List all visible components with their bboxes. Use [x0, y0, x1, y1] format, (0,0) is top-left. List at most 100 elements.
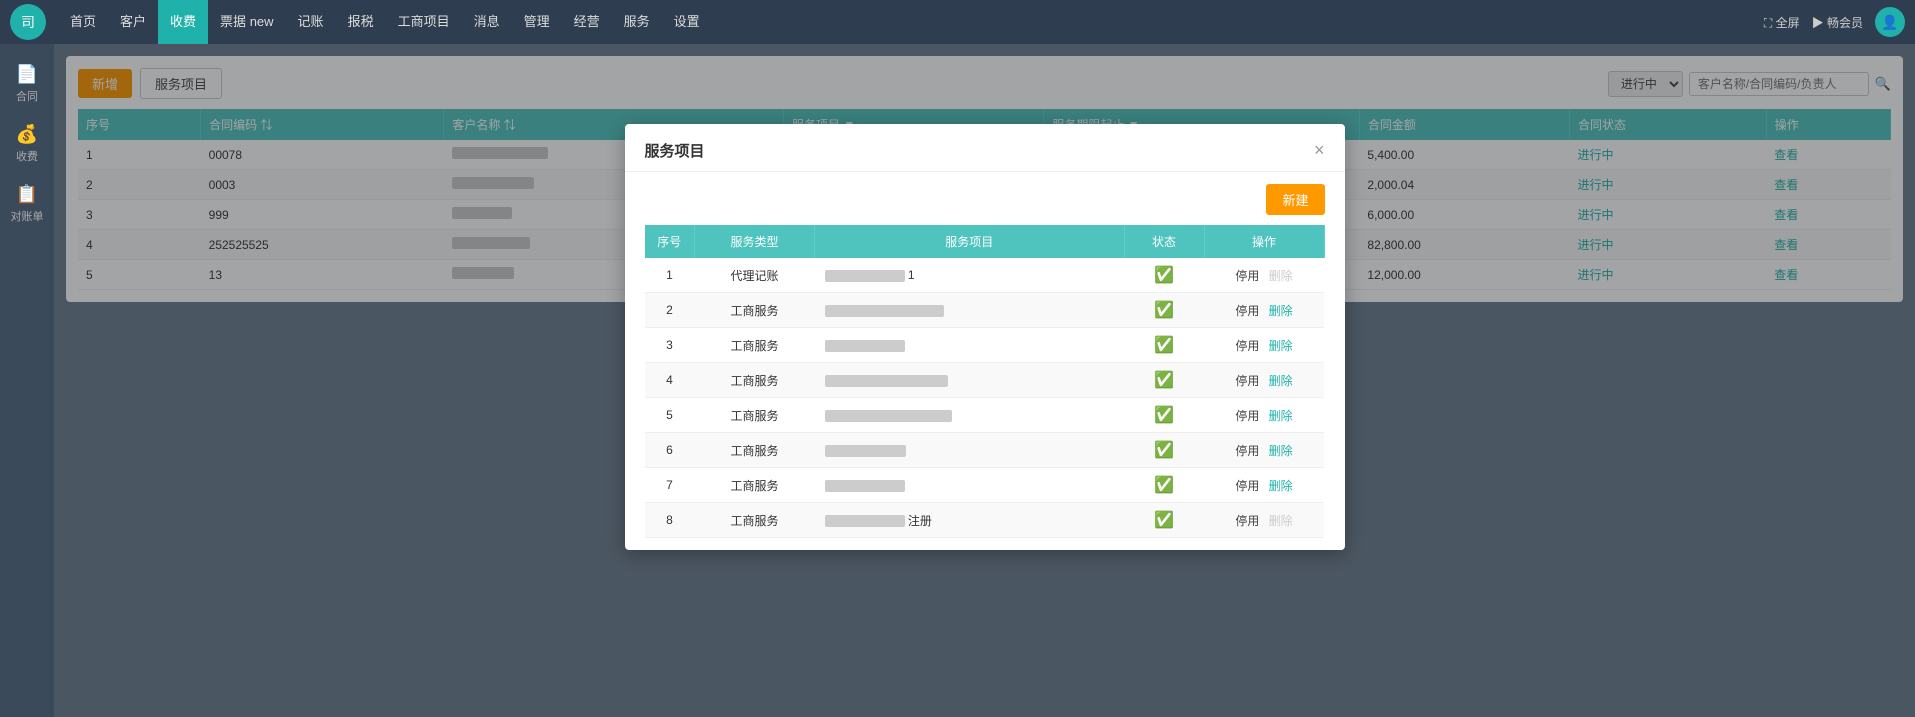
layout: 📄 合同 💰 收费 📋 对账单 新增 服务项目 进行中 已完成 全部	[0, 44, 1915, 717]
svcell-item: 1	[815, 258, 1125, 293]
svcell-action: 停用 删除	[1204, 398, 1324, 433]
list-item: 8 工商服务 注册 ✅ 停用 删除	[645, 503, 1325, 538]
stop-button[interactable]: 停用	[1235, 514, 1259, 528]
nav-right: ⛶ 全屏 ▶ 畅会员 👤	[1764, 7, 1905, 37]
statement-icon: 📋	[16, 184, 38, 205]
top-nav: 司 首页 客户 收费 票据 new 记账 报税 工商项目 消息 管理 经营 服务…	[0, 0, 1915, 44]
delete-button[interactable]: 删除	[1269, 339, 1293, 353]
svcell-status: ✅	[1124, 293, 1204, 328]
delete-button[interactable]: 删除	[1269, 304, 1293, 318]
svg-text:司: 司	[21, 14, 35, 30]
svcell-type: 工商服务	[695, 363, 815, 398]
svcell-action: 停用 删除	[1204, 503, 1324, 538]
sidebar-item-contract[interactable]: 📄 合同	[0, 54, 54, 114]
sidebar-label-statement: 对账单	[11, 208, 44, 224]
svcell-item	[815, 398, 1125, 433]
modal-body: 新建 序号 服务类型 服务项目 状态 操作	[625, 172, 1345, 550]
svcell-item	[815, 468, 1125, 503]
modal-header: 服务项目 ×	[625, 124, 1345, 172]
modal-close-button[interactable]: ×	[1314, 140, 1325, 161]
svcell-status: ✅	[1124, 363, 1204, 398]
status-check-icon: ✅	[1154, 442, 1174, 459]
svcell-item	[815, 328, 1125, 363]
nav-commerce[interactable]: 工商项目	[386, 0, 462, 44]
list-item: 4 工商服务 ✅ 停用 删除	[645, 363, 1325, 398]
svcell-item	[815, 433, 1125, 468]
sidebar: 📄 合同 💰 收费 📋 对账单	[0, 44, 54, 717]
nav-service[interactable]: 服务	[612, 0, 662, 44]
status-check-icon: ✅	[1154, 512, 1174, 529]
stop-button[interactable]: 停用	[1235, 409, 1259, 423]
new-service-button[interactable]: 新建	[1266, 184, 1324, 215]
status-check-icon: ✅	[1154, 267, 1174, 284]
status-check-icon: ✅	[1154, 372, 1174, 389]
delete-button: 删除	[1269, 514, 1293, 528]
svcell-item: 注册	[815, 503, 1125, 538]
svcell-status: ✅	[1124, 328, 1204, 363]
nav-operation[interactable]: 经营	[562, 0, 612, 44]
sidebar-item-statement[interactable]: 📋 对账单	[0, 174, 54, 234]
nav-messages[interactable]: 消息	[462, 0, 512, 44]
stop-button[interactable]: 停用	[1235, 374, 1259, 388]
svcell-action: 停用 删除	[1204, 468, 1324, 503]
sidebar-item-fees[interactable]: 💰 收费	[0, 114, 54, 174]
svcell-seq: 1	[645, 258, 695, 293]
svcell-type: 工商服务	[695, 328, 815, 363]
svcell-item	[815, 363, 1125, 398]
fees-icon: 💰	[16, 124, 38, 145]
service-items-modal: 服务项目 × 新建 序号 服务类型 服务项目	[625, 124, 1345, 550]
nav-fees[interactable]: 收费	[158, 0, 208, 44]
stop-button[interactable]: 停用	[1235, 339, 1259, 353]
svcell-action: 停用 删除	[1204, 293, 1324, 328]
status-check-icon: ✅	[1154, 302, 1174, 319]
status-check-icon: ✅	[1154, 477, 1174, 494]
status-check-icon: ✅	[1154, 337, 1174, 354]
sidebar-label-contract: 合同	[16, 88, 38, 104]
delete-button[interactable]: 删除	[1269, 444, 1293, 458]
fullscreen-btn[interactable]: ⛶ 全屏	[1764, 14, 1800, 31]
svcell-status: ✅	[1124, 503, 1204, 538]
service-table: 序号 服务类型 服务项目 状态 操作 1 代理记账 1 ✅ 停用 删除	[645, 225, 1325, 538]
vip-btn[interactable]: ▶ 畅会员	[1812, 14, 1863, 31]
nav-accounting[interactable]: 记账	[286, 0, 336, 44]
status-check-icon: ✅	[1154, 407, 1174, 424]
list-item: 1 代理记账 1 ✅ 停用 删除	[645, 258, 1325, 293]
contract-icon: 📄	[16, 64, 38, 85]
svcell-status: ✅	[1124, 258, 1204, 293]
stop-button[interactable]: 停用	[1235, 304, 1259, 318]
svcol-item: 服务项目	[815, 225, 1125, 258]
nav-tickets[interactable]: 票据 new	[208, 0, 286, 44]
nav-management[interactable]: 管理	[512, 0, 562, 44]
modal-toolbar: 新建	[645, 184, 1325, 215]
nav-home[interactable]: 首页	[58, 0, 108, 44]
svcell-status: ✅	[1124, 433, 1204, 468]
delete-button[interactable]: 删除	[1269, 409, 1293, 423]
logo-icon: 司	[10, 4, 46, 40]
svcell-type: 工商服务	[695, 398, 815, 433]
list-item: 5 工商服务 ✅ 停用 删除	[645, 398, 1325, 433]
main-content: 新增 服务项目 进行中 已完成 全部 🔍 序号 合同编码 ⇅	[54, 44, 1915, 717]
svcol-status: 状态	[1124, 225, 1204, 258]
svcell-seq: 6	[645, 433, 695, 468]
sidebar-label-fees: 收费	[16, 148, 38, 164]
modal-title: 服务项目	[645, 140, 705, 161]
nav-tax[interactable]: 报税	[336, 0, 386, 44]
delete-button[interactable]: 删除	[1269, 479, 1293, 493]
list-item: 3 工商服务 ✅ 停用 删除	[645, 328, 1325, 363]
svcell-seq: 7	[645, 468, 695, 503]
nav-customer[interactable]: 客户	[108, 0, 158, 44]
nav-settings[interactable]: 设置	[662, 0, 712, 44]
stop-button[interactable]: 停用	[1235, 479, 1259, 493]
svcell-type: 代理记账	[695, 258, 815, 293]
stop-button[interactable]: 停用	[1235, 269, 1259, 283]
new-badge: new	[250, 14, 274, 29]
avatar[interactable]: 👤	[1875, 7, 1905, 37]
svcol-seq: 序号	[645, 225, 695, 258]
stop-button[interactable]: 停用	[1235, 444, 1259, 458]
svcell-type: 工商服务	[695, 293, 815, 328]
list-item: 7 工商服务 ✅ 停用 删除	[645, 468, 1325, 503]
svcell-status: ✅	[1124, 398, 1204, 433]
delete-button[interactable]: 删除	[1269, 374, 1293, 388]
svcell-seq: 5	[645, 398, 695, 433]
svcell-seq: 2	[645, 293, 695, 328]
